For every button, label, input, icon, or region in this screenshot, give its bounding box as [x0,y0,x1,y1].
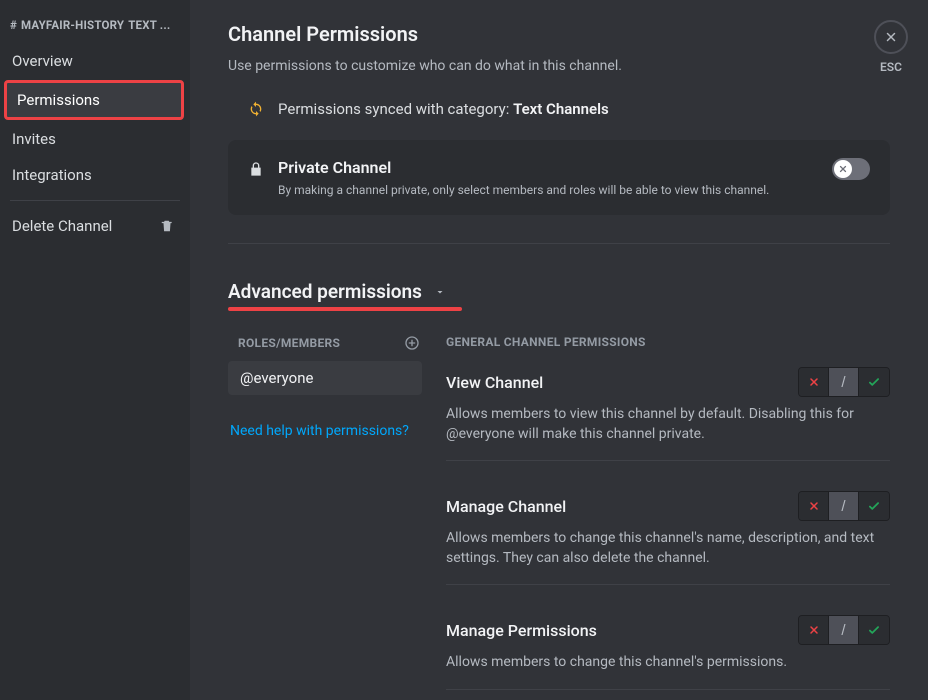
sync-icon [248,101,264,117]
permissions-column: GENERAL CHANNEL PERMISSIONS View Channel… [446,335,890,700]
advanced-underline-highlight [228,307,462,311]
perm-allow-button[interactable] [859,492,889,520]
chevron-down-icon [434,286,446,298]
nav-invites[interactable]: Invites [2,122,184,156]
nav-delete-channel[interactable]: Delete Channel [2,209,184,243]
perm-tristate: / [798,615,890,645]
nav-overview[interactable]: Overview [2,44,184,78]
sync-prefix: Permissions synced with category: [278,100,513,118]
page-subtitle: Use permissions to customize who can do … [228,58,890,74]
private-title: Private Channel [278,158,769,177]
perm-neutral-button[interactable]: / [829,492,859,520]
help-link[interactable]: Need help with permissions? [228,423,422,439]
perm-allow-button[interactable] [859,368,889,396]
sidebar-divider [10,200,180,201]
perm-desc: Allows members to view this channel by d… [446,405,890,461]
perm-manage-permissions: Manage Permissions / Allows members to c… [446,615,890,690]
perm-name: View Channel [446,373,543,392]
channel-header: # MAYFAIR-HISTORY TEXT ... [0,18,190,42]
perm-desc: Allows members to change this channel's … [446,653,890,690]
perm-deny-button[interactable] [799,492,829,520]
sync-category: Text Channels [513,100,609,118]
trash-icon [160,219,174,233]
private-toggle[interactable] [832,158,870,180]
roles-header: ROLES/MEMBERS [238,336,340,350]
perm-manage-channel: Manage Channel / Allows members to chang… [446,491,890,585]
perm-tristate: / [798,367,890,397]
delete-channel-label: Delete Channel [12,217,112,235]
close-area: ESC [874,20,908,74]
private-channel-card: Private Channel By making a channel priv… [228,140,890,215]
private-desc: By making a channel private, only select… [278,183,769,197]
settings-sidebar: # MAYFAIR-HISTORY TEXT ... Overview Perm… [0,0,190,700]
advanced-permissions-header[interactable]: Advanced permissions [228,280,890,303]
role-everyone[interactable]: @everyone [228,361,422,395]
roles-column: ROLES/MEMBERS @everyone Need help with p… [228,335,422,700]
esc-label: ESC [880,60,902,74]
close-icon [884,30,898,44]
perm-neutral-button[interactable]: / [829,616,859,644]
main-panel: ESC Channel Permissions Use permissions … [190,0,928,700]
perm-view-channel: View Channel / Allows members to view th… [446,367,890,461]
perm-allow-button[interactable] [859,616,889,644]
channel-name: MAYFAIR-HISTORY [21,18,124,32]
perm-deny-button[interactable] [799,616,829,644]
advanced-title: Advanced permissions [228,280,422,303]
sync-row: Permissions synced with category: Text C… [228,100,890,118]
hash-icon: # [10,18,17,32]
lock-icon [248,160,264,178]
add-role-icon[interactable] [404,335,420,351]
page-title: Channel Permissions [228,22,890,46]
perm-name: Manage Permissions [446,621,597,640]
channel-suffix: TEXT ... [128,18,170,32]
toggle-x-icon [838,164,848,174]
nav-permissions[interactable]: Permissions [4,80,184,120]
toggle-knob [834,160,852,178]
perm-neutral-button[interactable]: / [829,368,859,396]
close-button[interactable] [874,20,908,54]
section-divider [228,243,890,244]
perm-tristate: / [798,491,890,521]
sync-text: Permissions synced with category: Text C… [278,100,609,118]
nav-integrations[interactable]: Integrations [2,158,184,192]
perm-name: Manage Channel [446,497,566,516]
perm-deny-button[interactable] [799,368,829,396]
perm-section-header: GENERAL CHANNEL PERMISSIONS [446,335,890,349]
perm-desc: Allows members to change this channel's … [446,529,890,585]
